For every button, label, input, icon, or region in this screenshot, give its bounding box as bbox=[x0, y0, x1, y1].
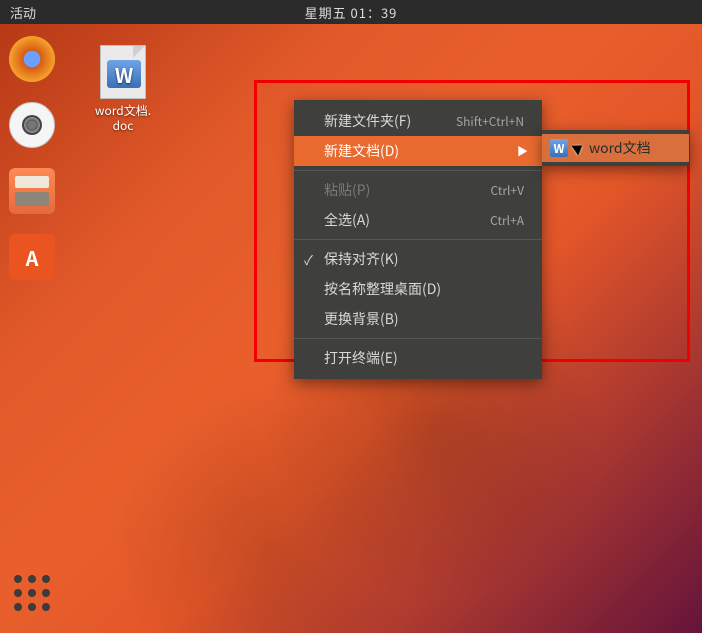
desktop-file-word-doc[interactable]: W word文档. doc bbox=[90, 45, 156, 133]
clock[interactable]: 星期五 01：39 bbox=[305, 3, 398, 22]
activities-button[interactable]: 活动 bbox=[0, 3, 36, 22]
show-applications-button[interactable] bbox=[14, 575, 54, 615]
check-icon: ✓ bbox=[304, 250, 313, 269]
menu-new-document[interactable]: 新建文档(D) ▶ bbox=[294, 136, 542, 166]
menu-new-folder[interactable]: 新建文件夹(F) Shift+Ctrl+N bbox=[294, 106, 542, 136]
word-icon: W bbox=[550, 139, 568, 157]
desktop-file-label: word文档. doc bbox=[90, 103, 156, 133]
cursor-icon bbox=[571, 141, 585, 156]
menu-label: 粘贴(P) bbox=[324, 180, 370, 200]
desktop-context-menu: 新建文件夹(F) Shift+Ctrl+N 新建文档(D) ▶ 粘贴(P) Ct… bbox=[294, 100, 542, 379]
menu-open-terminal[interactable]: 打开终端(E) bbox=[294, 343, 542, 373]
menu-label: 保持对齐(K) bbox=[324, 249, 399, 269]
top-bar: 活动 星期五 01：39 bbox=[0, 0, 702, 24]
menu-separator bbox=[294, 170, 542, 171]
menu-label: 新建文件夹(F) bbox=[324, 111, 411, 131]
menu-select-all[interactable]: 全选(A) Ctrl+A bbox=[294, 205, 542, 235]
menu-organize-by-name[interactable]: 按名称整理桌面(D) bbox=[294, 274, 542, 304]
menu-shortcut: Ctrl+V bbox=[491, 182, 524, 199]
submenu-arrow-icon: ▶ bbox=[517, 143, 528, 159]
desktop[interactable]: 活动 星期五 01：39 W word文档. doc 新建文件夹(F) Shif… bbox=[0, 0, 702, 633]
menu-change-background[interactable]: 更换背景(B) bbox=[294, 304, 542, 334]
submenu-word-doc[interactable]: W word文档 bbox=[542, 134, 689, 162]
submenu-label: word文档 bbox=[589, 138, 651, 158]
dock-files-icon[interactable] bbox=[9, 168, 55, 214]
menu-paste: 粘贴(P) Ctrl+V bbox=[294, 175, 542, 205]
menu-label: 更换背景(B) bbox=[324, 309, 399, 329]
dock-firefox-icon[interactable] bbox=[9, 36, 55, 82]
menu-label: 新建文档(D) bbox=[324, 141, 399, 161]
menu-keep-aligned[interactable]: ✓ 保持对齐(K) bbox=[294, 244, 542, 274]
menu-separator bbox=[294, 239, 542, 240]
menu-shortcut: Ctrl+A bbox=[490, 212, 524, 229]
new-document-submenu: W word文档 bbox=[542, 130, 689, 166]
dock bbox=[9, 36, 61, 280]
dock-music-icon[interactable] bbox=[9, 102, 55, 148]
menu-shortcut: Shift+Ctrl+N bbox=[456, 113, 524, 130]
word-doc-icon: W bbox=[100, 45, 146, 99]
menu-label: 按名称整理桌面(D) bbox=[324, 279, 441, 299]
dock-software-icon[interactable] bbox=[9, 234, 55, 280]
menu-label: 打开终端(E) bbox=[324, 348, 398, 368]
menu-separator bbox=[294, 338, 542, 339]
menu-label: 全选(A) bbox=[324, 210, 370, 230]
